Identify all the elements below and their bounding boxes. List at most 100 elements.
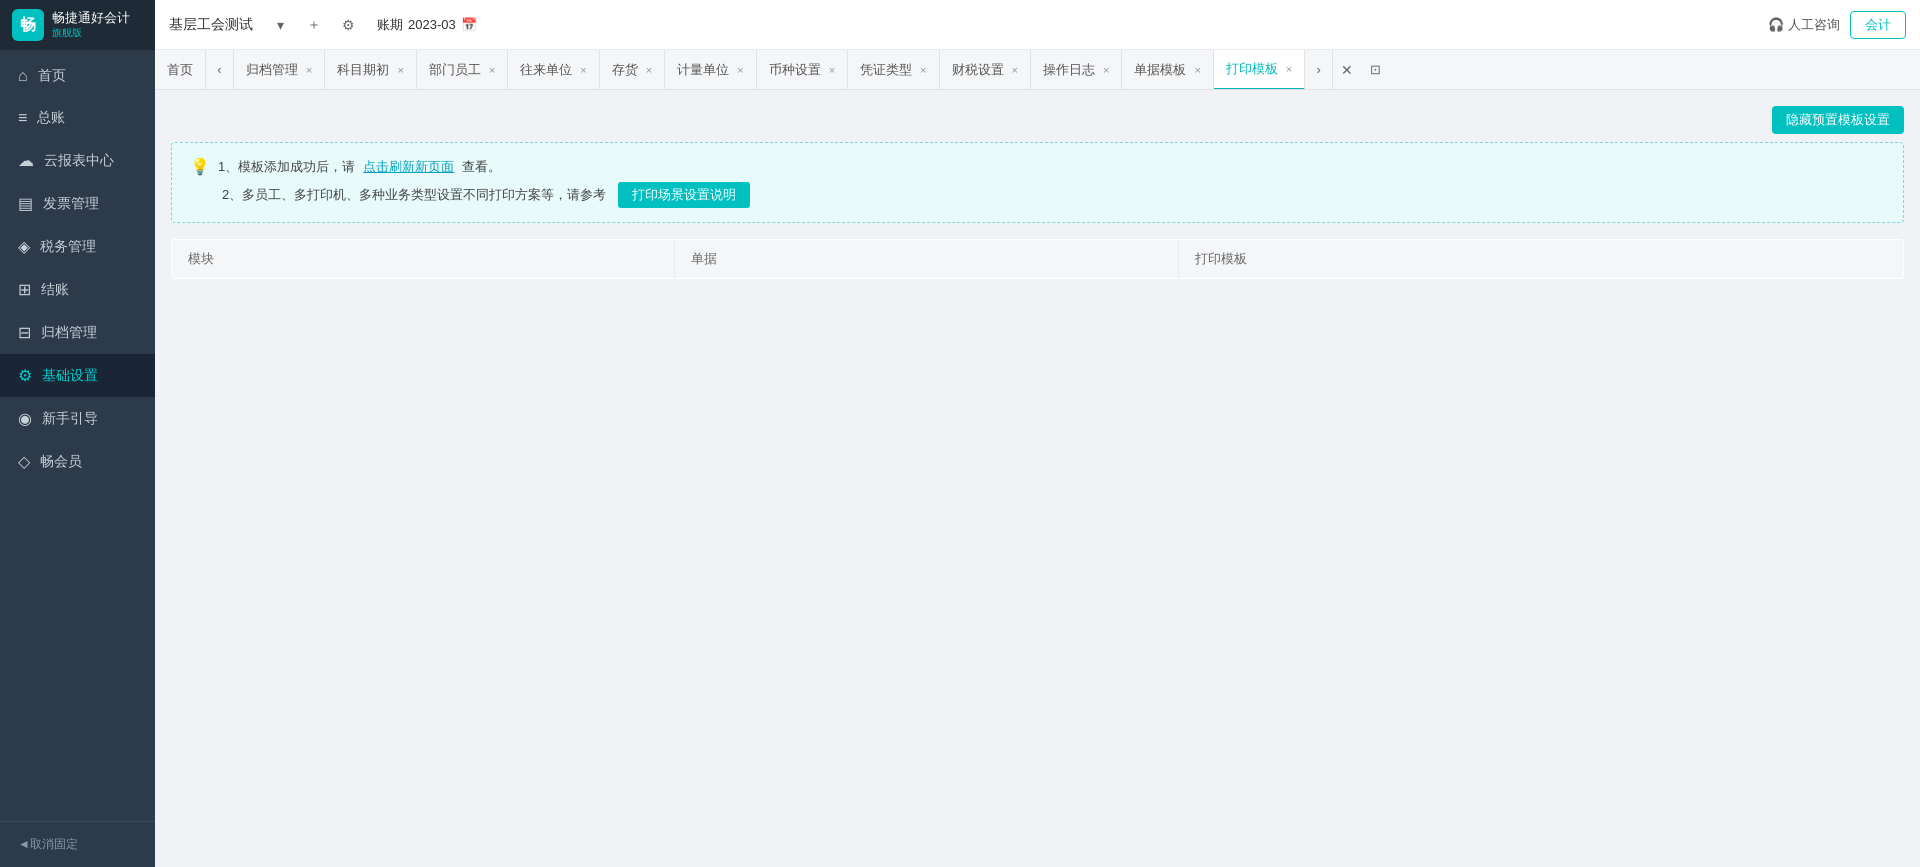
tab-label-currency: 币种设置	[769, 61, 821, 79]
tab-archive[interactable]: 归档管理 ×	[234, 50, 325, 90]
tab-label-archive: 归档管理	[246, 61, 298, 79]
sidebar-label-reports: 云报表中心	[44, 152, 114, 170]
tab-label-voucher: 凭证类型	[860, 61, 912, 79]
headset-icon: 🎧	[1768, 17, 1784, 32]
col-voucher: 单据	[675, 240, 1178, 279]
tab-print[interactable]: 打印模板 ×	[1214, 50, 1305, 90]
cloud-icon: ☁	[18, 151, 34, 170]
sidebar-item-settings[interactable]: ⚙ 基础设置	[0, 354, 155, 397]
tax-icon: ◈	[18, 237, 30, 256]
logo-edition: 旗舰版	[52, 26, 130, 40]
kuaiji-button[interactable]: 会计	[1850, 11, 1906, 39]
period-value: 2023-03	[408, 17, 456, 32]
tab-close-dept[interactable]: ×	[489, 64, 495, 76]
tab-nav-right[interactable]: ›	[1305, 50, 1333, 90]
sidebar-label-invoice: 发票管理	[43, 195, 99, 213]
sidebar-label-member: 畅会员	[40, 453, 82, 471]
tab-label-single: 单据模板	[1134, 61, 1186, 79]
sidebar-label-ledger: 总账	[37, 109, 65, 127]
tab-label-finance: 财税设置	[952, 61, 1004, 79]
sidebar-item-invoice[interactable]: ▤ 发票管理	[0, 182, 155, 225]
tab-currency[interactable]: 币种设置 ×	[757, 50, 848, 90]
tab-close-single[interactable]: ×	[1194, 64, 1200, 76]
notice-line1-suffix: 查看。	[462, 158, 501, 176]
sidebar-label-close: 结账	[41, 281, 69, 299]
tab-nav-left[interactable]: ‹	[206, 50, 234, 90]
tab-home[interactable]: 首页	[155, 50, 206, 90]
main-area: 基层工会测试 ▾ ＋ ⚙ 账期 2023-03 📅 🎧 人工咨询 会计 首页 ‹…	[155, 0, 1920, 867]
notice-line2: 2、多员工、多打印机、多种业务类型设置不同打印方案等，请参考	[222, 186, 606, 204]
sidebar-nav: ⌂ 首页 ≡ 总账 ☁ 云报表中心 ▤ 发票管理 ◈ 税务管理 ⊞ 结账 ⊟ 归…	[0, 50, 155, 821]
tabbar: 首页 ‹ 归档管理 × 科目期初 × 部门员工 × 往来单位 × 存货 × 计量…	[155, 50, 1920, 90]
sidebar-item-archive[interactable]: ⊟ 归档管理	[0, 311, 155, 354]
tab-close-archive[interactable]: ×	[306, 64, 312, 76]
tab-finance[interactable]: 财税设置 ×	[940, 50, 1031, 90]
tab-label-suppliers: 往来单位	[520, 61, 572, 79]
hide-preset-btn[interactable]: 隐藏预置模板设置	[1772, 106, 1904, 134]
add-icon[interactable]: ＋	[301, 12, 327, 38]
dropdown-icon[interactable]: ▾	[267, 12, 293, 38]
close-account-icon: ⊞	[18, 280, 31, 299]
sidebar-label-tax: 税务管理	[40, 238, 96, 256]
logo-name: 畅捷通好会计	[52, 10, 130, 27]
tab-close-finance[interactable]: ×	[1012, 64, 1018, 76]
notice-refresh-link[interactable]: 点击刷新新页面	[363, 158, 454, 176]
sidebar: 畅 畅捷通好会计 旗舰版 ⌂ 首页 ≡ 总账 ☁ 云报表中心 ▤ 发票管理 ◈ …	[0, 0, 155, 867]
tab-close-all[interactable]: ✕	[1333, 50, 1361, 90]
topbar-actions: ▾ ＋ ⚙	[267, 12, 361, 38]
tab-close-measure[interactable]: ×	[737, 64, 743, 76]
sidebar-item-guide[interactable]: ◉ 新手引导	[0, 397, 155, 440]
topbar-right: 🎧 人工咨询 会计	[1768, 11, 1906, 39]
tab-label-print: 打印模板	[1226, 60, 1278, 78]
tab-close-suppliers[interactable]: ×	[580, 64, 586, 76]
sidebar-item-close[interactable]: ⊞ 结账	[0, 268, 155, 311]
invoice-icon: ▤	[18, 194, 33, 213]
sidebar-label-settings: 基础设置	[42, 367, 98, 385]
archive-icon: ⊟	[18, 323, 31, 342]
service-button[interactable]: 🎧 人工咨询	[1768, 16, 1840, 34]
tab-dept[interactable]: 部门员工 ×	[417, 50, 508, 90]
sidebar-logo: 畅 畅捷通好会计 旗舰版	[0, 0, 155, 50]
member-icon: ◇	[18, 452, 30, 471]
tab-expand[interactable]: ⊡	[1361, 50, 1389, 90]
tab-voucher[interactable]: 凭证类型 ×	[848, 50, 939, 90]
sidebar-item-ledger[interactable]: ≡ 总账	[0, 97, 155, 139]
tab-close-voucher[interactable]: ×	[920, 64, 926, 76]
tab-suppliers[interactable]: 往来单位 ×	[508, 50, 599, 90]
col-module: 模块	[172, 240, 675, 279]
sidebar-label-home: 首页	[38, 67, 66, 85]
tab-label-measure: 计量单位	[677, 61, 729, 79]
sidebar-item-member[interactable]: ◇ 畅会员	[0, 440, 155, 483]
settings-icon: ⚙	[18, 366, 32, 385]
tab-close-oplog[interactable]: ×	[1103, 64, 1109, 76]
bulb-icon: 💡	[190, 157, 210, 176]
tab-close-print[interactable]: ×	[1286, 63, 1292, 75]
tab-single[interactable]: 单据模板 ×	[1122, 50, 1213, 90]
sidebar-item-reports[interactable]: ☁ 云报表中心	[0, 139, 155, 182]
tab-measure[interactable]: 计量单位 ×	[665, 50, 756, 90]
logo-icon: 畅	[12, 9, 44, 41]
notice-row-2: 2、多员工、多打印机、多种业务类型设置不同打印方案等，请参考 打印场景设置说明	[190, 182, 1885, 208]
service-label: 人工咨询	[1788, 16, 1840, 34]
guide-icon: ◉	[18, 409, 32, 428]
sidebar-unpin[interactable]: ◄取消固定	[0, 821, 155, 867]
company-name: 基层工会测试	[169, 16, 253, 34]
tab-close-inventory[interactable]: ×	[646, 64, 652, 76]
tab-oplog[interactable]: 操作日志 ×	[1031, 50, 1122, 90]
tab-close-currency[interactable]: ×	[829, 64, 835, 76]
period-label: 账期	[377, 16, 403, 34]
tab-inventory[interactable]: 存货 ×	[600, 50, 665, 90]
calendar-icon[interactable]: 📅	[461, 17, 477, 32]
sidebar-item-tax[interactable]: ◈ 税务管理	[0, 225, 155, 268]
sidebar-label-guide: 新手引导	[42, 410, 98, 428]
tab-label-inventory: 存货	[612, 61, 638, 79]
sidebar-label-archive: 归档管理	[41, 324, 97, 342]
tab-label-oplog: 操作日志	[1043, 61, 1095, 79]
tab-close-subjects[interactable]: ×	[397, 64, 403, 76]
print-template-table: 模块 单据 打印模板	[171, 239, 1904, 279]
print-scene-btn[interactable]: 打印场景设置说明	[618, 182, 750, 208]
ledger-icon: ≡	[18, 109, 27, 127]
sidebar-item-home[interactable]: ⌂ 首页	[0, 55, 155, 97]
settings-gear-icon[interactable]: ⚙	[335, 12, 361, 38]
tab-subjects[interactable]: 科目期初 ×	[325, 50, 416, 90]
